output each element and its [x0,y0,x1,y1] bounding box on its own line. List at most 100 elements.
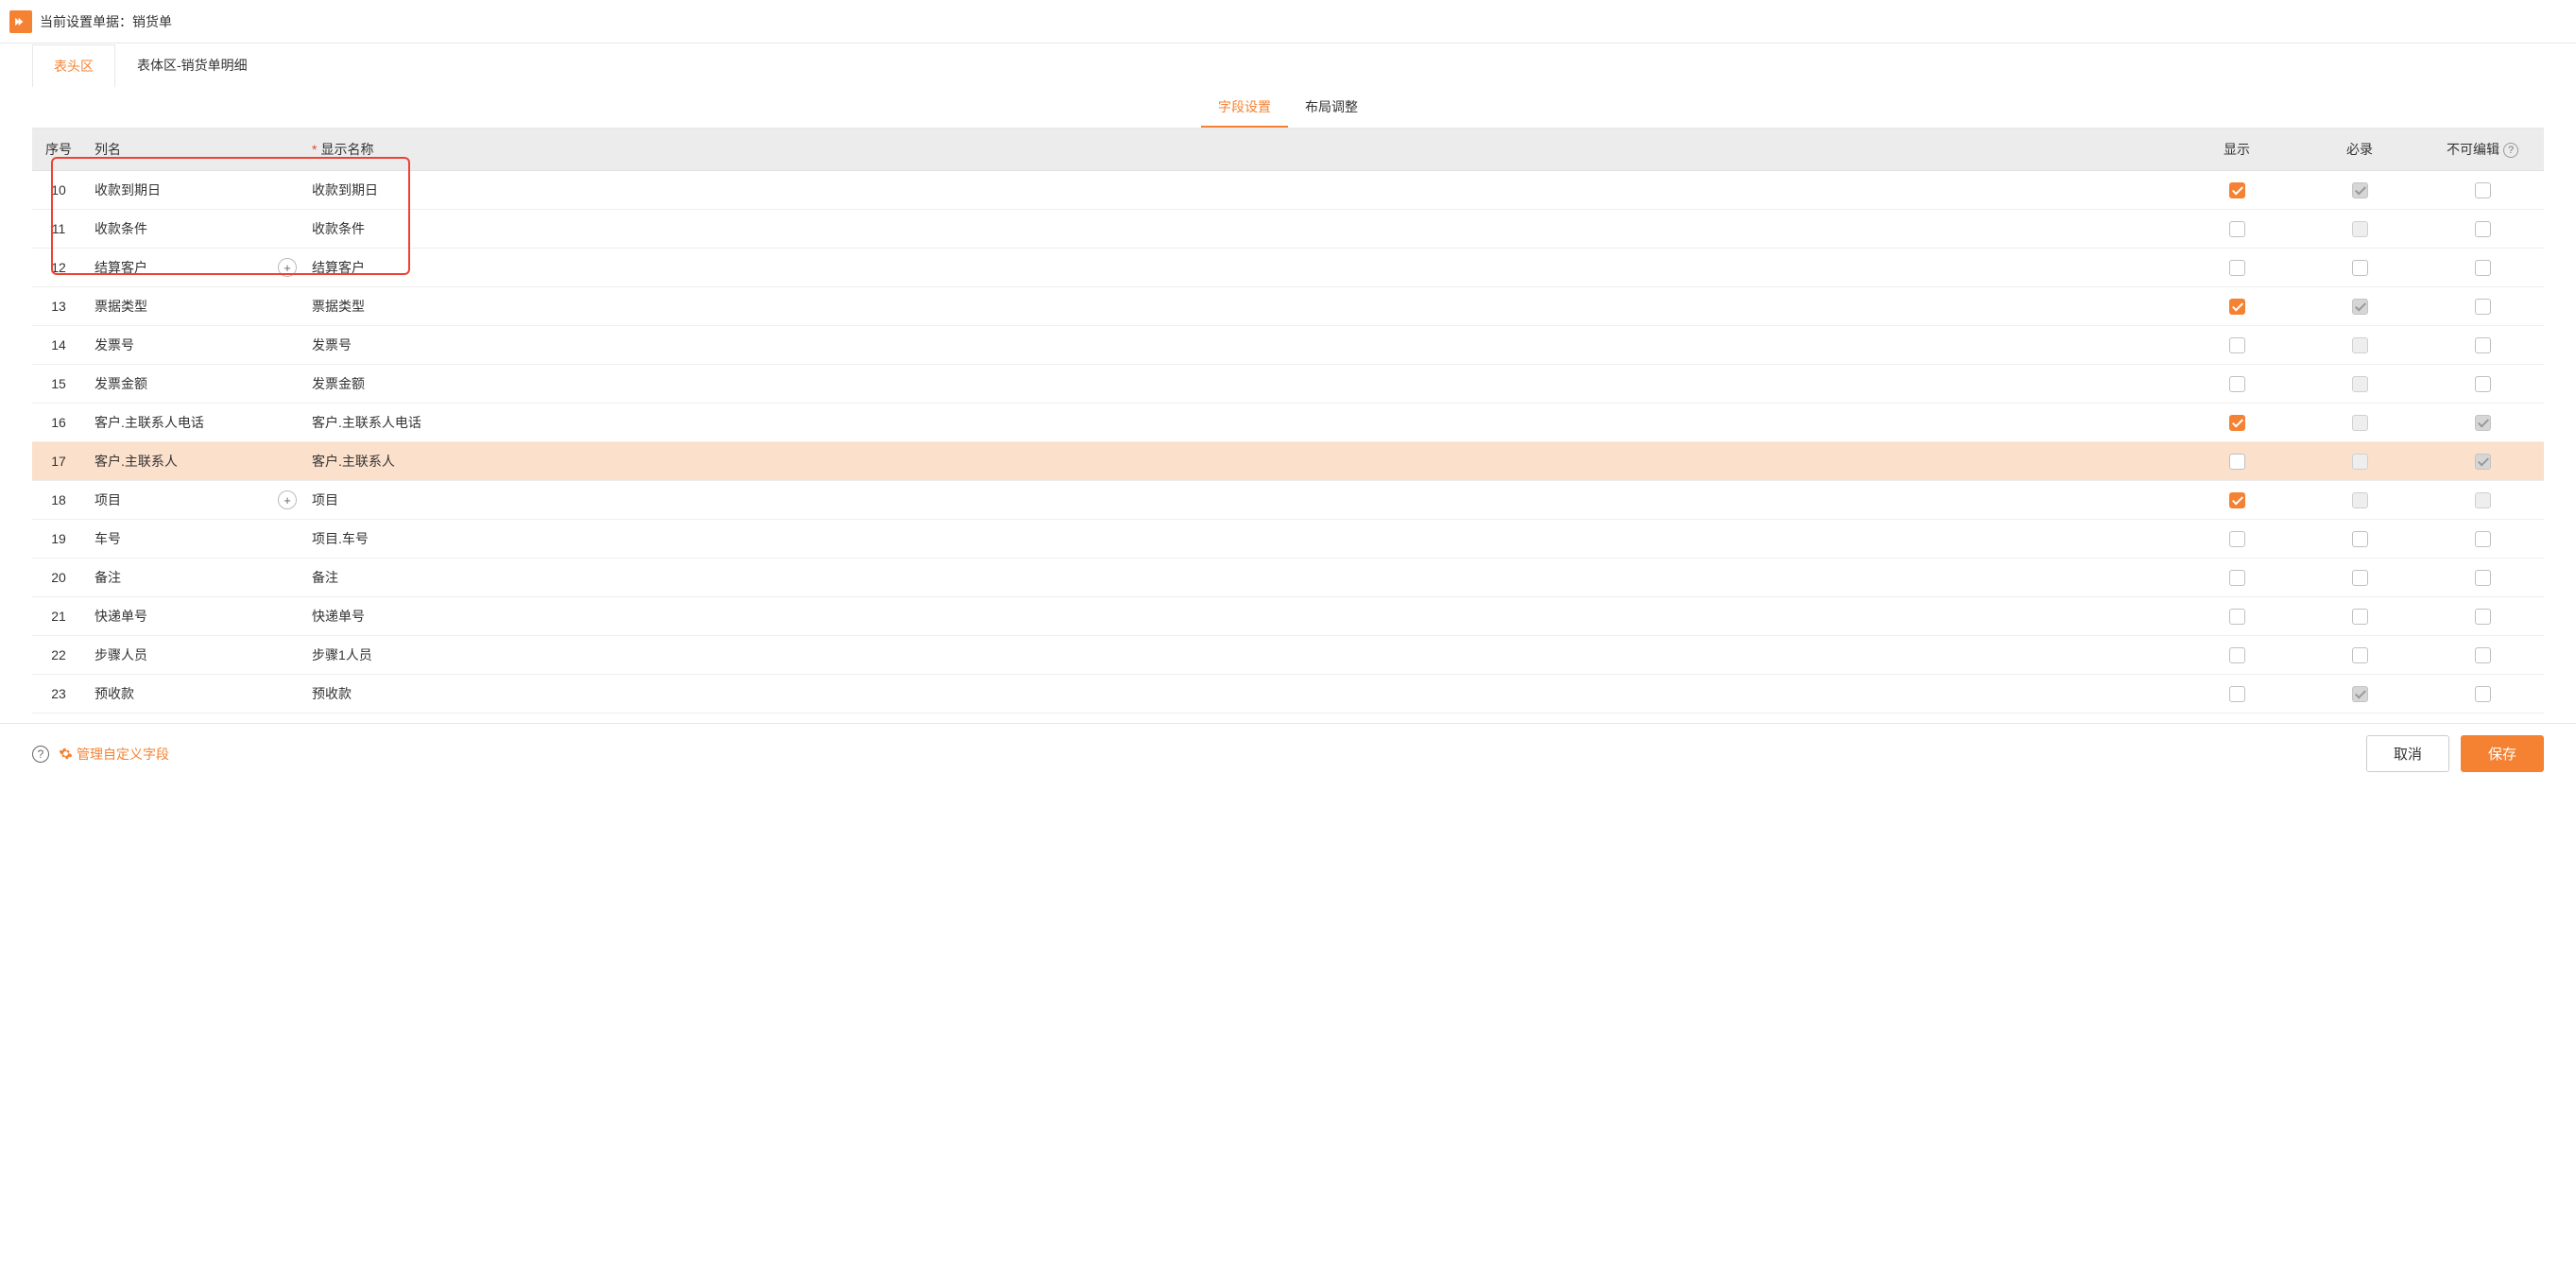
checkbox-show[interactable] [2229,609,2245,625]
cell-name: 快递单号 [85,597,302,636]
checkbox-show[interactable] [2229,221,2245,237]
footer-help-icon[interactable]: ? [32,746,49,763]
cell-display[interactable]: 客户.主联系人电话 [302,404,2175,442]
checkbox-required[interactable] [2352,647,2368,663]
cell-name: 收款条件 [85,210,302,249]
cell-display[interactable]: 预收款 [302,675,2175,713]
cell-readonly [2421,675,2544,713]
header-label: 当前设置单据：销货单 [40,12,172,31]
tabs-top: 表头区表体区-销货单明细 [0,43,2576,86]
cell-show [2175,210,2298,249]
cell-display[interactable]: 结算客户 [302,249,2175,287]
cell-name-text: 备注 [94,568,293,587]
cell-name: 收款到期日 [85,171,302,210]
checkbox-readonly[interactable] [2475,337,2491,353]
checkbox-show[interactable] [2229,492,2245,508]
tab-top-0[interactable]: 表头区 [32,44,115,87]
col-header-display-text: 显示名称 [320,142,373,157]
cell-display[interactable]: 步骤1人员 [302,636,2175,675]
cell-required [2298,481,2421,520]
cell-display[interactable]: 收款条件 [302,210,2175,249]
checkbox-required[interactable] [2352,609,2368,625]
cell-show [2175,636,2298,675]
cell-display[interactable]: 收款到期日 [302,171,2175,210]
checkbox-readonly [2475,492,2491,508]
checkbox-readonly[interactable] [2475,376,2491,392]
checkbox-show[interactable] [2229,686,2245,702]
help-icon[interactable]: ? [2503,143,2518,158]
cell-name: 备注 [85,559,302,597]
checkbox-readonly [2475,454,2491,470]
checkbox-readonly[interactable] [2475,260,2491,276]
checkbox-show[interactable] [2229,337,2245,353]
add-subfield-button[interactable]: + [278,258,297,277]
cell-display[interactable]: 项目 [302,481,2175,520]
cell-display[interactable]: 项目.车号 [302,520,2175,559]
cell-required [2298,559,2421,597]
checkbox-readonly[interactable] [2475,570,2491,586]
checkbox-readonly[interactable] [2475,182,2491,198]
checkbox-show[interactable] [2229,299,2245,315]
cell-name: 发票金额 [85,365,302,404]
checkbox-readonly[interactable] [2475,299,2491,315]
checkbox-required[interactable] [2352,570,2368,586]
cell-seq: 18 [32,481,85,520]
checkbox-required[interactable] [2352,260,2368,276]
cell-name: 步骤人员 [85,636,302,675]
table-row: 20备注备注 [32,559,2544,597]
checkbox-show[interactable] [2229,647,2245,663]
checkbox-required [2352,686,2368,702]
cell-name-text: 项目 [94,490,293,509]
checkbox-show[interactable] [2229,531,2245,547]
header-bar: 当前设置单据：销货单 [0,0,2576,43]
checkbox-readonly[interactable] [2475,686,2491,702]
tab-top-1[interactable]: 表体区-销货单明细 [115,43,269,86]
table-row: 19车号项目.车号 [32,520,2544,559]
save-button[interactable]: 保存 [2461,735,2544,772]
table-row: 12结算客户+结算客户 [32,249,2544,287]
add-subfield-button[interactable]: + [278,490,297,509]
sub-tabs: 字段设置布局调整 [32,86,2544,129]
cell-show [2175,675,2298,713]
cell-show [2175,287,2298,326]
cell-readonly [2421,404,2544,442]
cell-name-text: 收款条件 [94,219,293,238]
checkbox-required [2352,454,2368,470]
cell-required [2298,365,2421,404]
cell-readonly [2421,287,2544,326]
manage-custom-fields-link[interactable]: 管理自定义字段 [59,745,169,764]
cell-required [2298,210,2421,249]
checkbox-show[interactable] [2229,454,2245,470]
checkbox-required [2352,299,2368,315]
cell-display[interactable]: 发票号 [302,326,2175,365]
cell-display[interactable]: 快递单号 [302,597,2175,636]
checkbox-readonly[interactable] [2475,647,2491,663]
cancel-button[interactable]: 取消 [2366,735,2449,772]
cell-seq: 21 [32,597,85,636]
checkbox-show[interactable] [2229,182,2245,198]
cell-readonly [2421,559,2544,597]
checkbox-show[interactable] [2229,376,2245,392]
cell-name-text: 票据类型 [94,297,293,316]
checkbox-readonly [2475,415,2491,431]
cell-readonly [2421,442,2544,481]
checkbox-readonly[interactable] [2475,531,2491,547]
expand-icon[interactable] [9,10,32,33]
cell-display[interactable]: 票据类型 [302,287,2175,326]
checkbox-readonly[interactable] [2475,221,2491,237]
checkbox-required [2352,415,2368,431]
cell-required [2298,404,2421,442]
checkbox-show[interactable] [2229,415,2245,431]
cell-display[interactable]: 客户.主联系人 [302,442,2175,481]
required-star: * [312,142,317,157]
checkbox-required[interactable] [2352,531,2368,547]
sub-tab-1[interactable]: 布局调整 [1288,86,1375,128]
cell-display[interactable]: 备注 [302,559,2175,597]
checkbox-show[interactable] [2229,260,2245,276]
sub-tab-0[interactable]: 字段设置 [1201,86,1288,128]
cell-name-text: 车号 [94,529,293,548]
cell-display[interactable]: 发票金额 [302,365,2175,404]
checkbox-readonly[interactable] [2475,609,2491,625]
footer-bar: ? 管理自定义字段 取消 保存 [0,723,2576,783]
checkbox-show[interactable] [2229,570,2245,586]
